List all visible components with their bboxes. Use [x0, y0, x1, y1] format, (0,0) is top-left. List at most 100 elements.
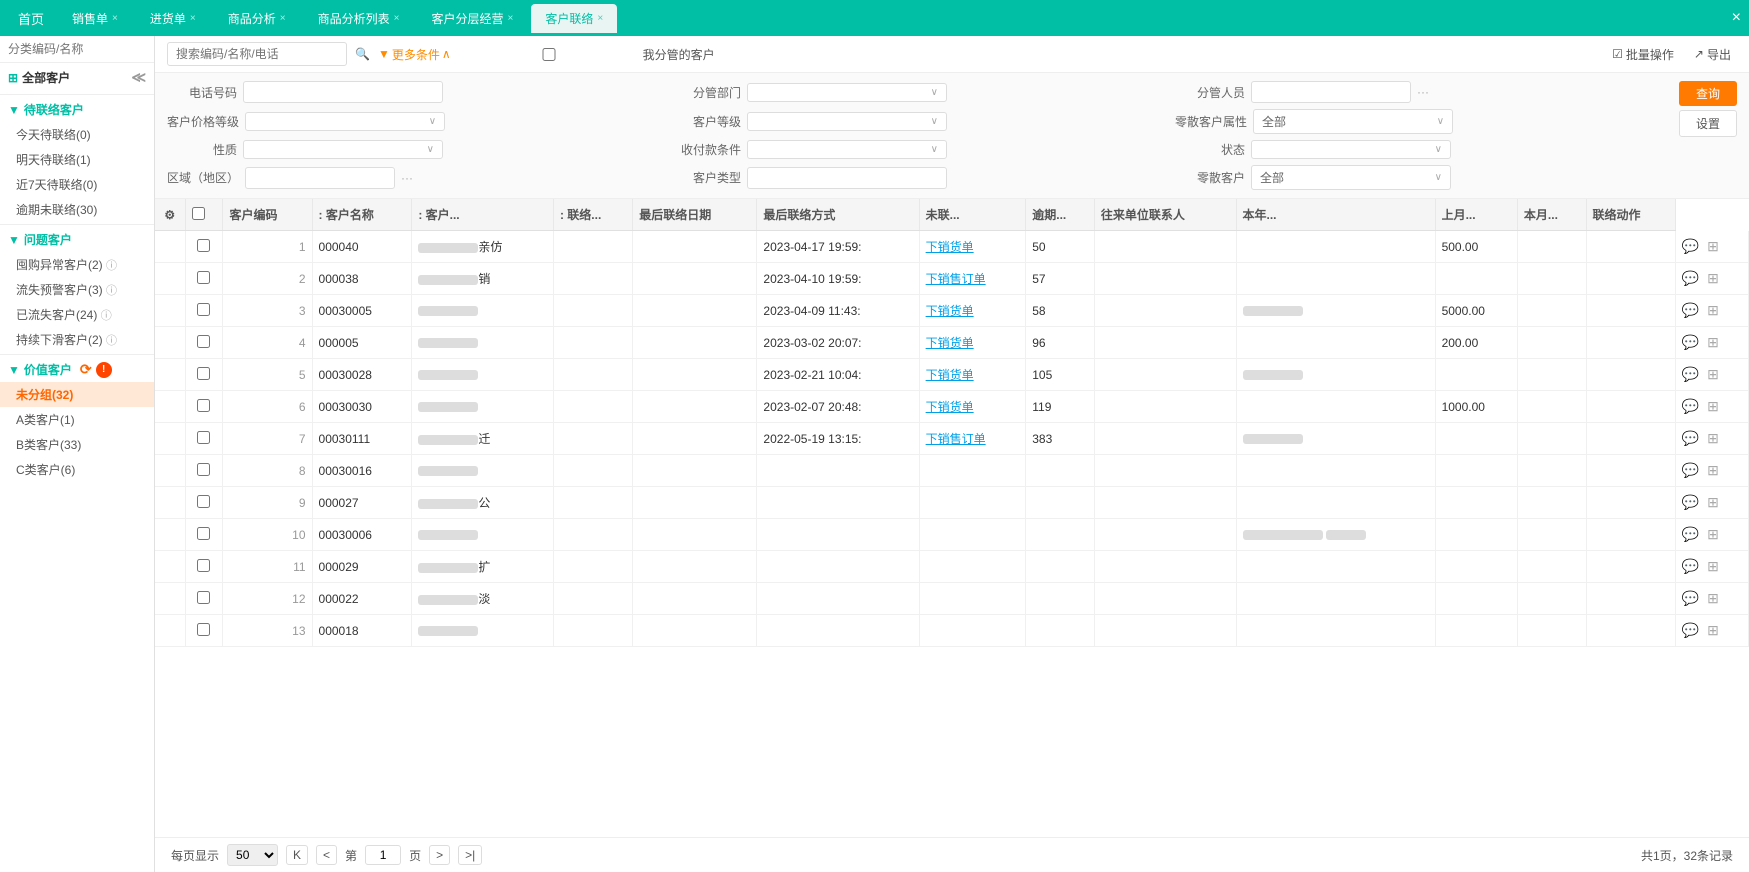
- row-select-checkbox[interactable]: [197, 367, 210, 380]
- grid-action-icon[interactable]: ⊞: [1707, 334, 1719, 351]
- reset-button[interactable]: 设置: [1679, 110, 1737, 137]
- sidebar-collapse-icon[interactable]: ≪: [131, 69, 146, 86]
- more-conditions-button[interactable]: ▼ 更多条件 ∧: [378, 46, 451, 63]
- nature-select[interactable]: ∨: [243, 140, 443, 159]
- row-checkbox[interactable]: [185, 231, 223, 263]
- chat-icon[interactable]: 💬: [1682, 302, 1699, 319]
- sidebar-item-unassigned[interactable]: 未分组(32): [0, 382, 154, 407]
- grid-action-icon[interactable]: ⊞: [1707, 558, 1719, 575]
- grid-action-icon[interactable]: ⊞: [1707, 590, 1719, 607]
- batch-ops-button[interactable]: ☑ 批量操作: [1606, 43, 1680, 66]
- row-checkbox[interactable]: [185, 391, 223, 423]
- nav-tab-analysis-list[interactable]: 商品分析列表 ×: [304, 4, 414, 33]
- nav-tab-purchase[interactable]: 进货单 ×: [136, 4, 210, 33]
- export-button[interactable]: ↗ 导出: [1688, 43, 1737, 66]
- chat-icon[interactable]: 💬: [1682, 270, 1699, 287]
- manager-input[interactable]: [1251, 81, 1411, 103]
- sidebar-item-tomorrow[interactable]: 明天待联络(1): [0, 147, 154, 172]
- grid-action-icon[interactable]: ⊞: [1707, 494, 1719, 511]
- row-checkbox[interactable]: [185, 551, 223, 583]
- close-icon[interactable]: ×: [112, 13, 118, 24]
- chat-icon[interactable]: 💬: [1682, 590, 1699, 607]
- row-select-checkbox[interactable]: [197, 623, 210, 636]
- grid-action-icon[interactable]: ⊞: [1707, 238, 1719, 255]
- row-checkbox[interactable]: [185, 263, 223, 295]
- chat-icon[interactable]: 💬: [1682, 366, 1699, 383]
- sidebar-group-value[interactable]: ▼ 价值客户 ⟳ !: [0, 357, 154, 382]
- retail-attr-select[interactable]: 全部 ∨: [1253, 109, 1453, 134]
- row-checkbox[interactable]: [185, 615, 223, 647]
- contact-method-link[interactable]: 下销货单: [926, 400, 974, 414]
- close-icon[interactable]: ×: [190, 13, 196, 24]
- row-select-checkbox[interactable]: [197, 335, 210, 348]
- price-level-select[interactable]: ∨: [245, 112, 445, 131]
- dots-icon[interactable]: ···: [401, 171, 413, 185]
- sidebar-item-overdue[interactable]: 逾期未联络(30): [0, 197, 154, 222]
- nav-home[interactable]: 首页: [8, 3, 54, 34]
- row-checkbox[interactable]: [185, 487, 223, 519]
- select-all-checkbox[interactable]: [192, 207, 205, 220]
- my-customers-checkbox-input[interactable]: [459, 48, 639, 61]
- page-input[interactable]: [365, 845, 401, 865]
- settings-col-header[interactable]: ⚙: [155, 199, 185, 231]
- chat-icon[interactable]: 💬: [1682, 462, 1699, 479]
- grid-action-icon[interactable]: ⊞: [1707, 398, 1719, 415]
- contact-method-link[interactable]: 下销货单: [926, 304, 974, 318]
- chat-icon[interactable]: 💬: [1682, 526, 1699, 543]
- grid-action-icon[interactable]: ⊞: [1707, 526, 1719, 543]
- close-icon[interactable]: ×: [507, 13, 513, 24]
- row-select-checkbox[interactable]: [197, 495, 210, 508]
- row-checkbox[interactable]: [185, 583, 223, 615]
- close-icon[interactable]: ×: [280, 13, 286, 24]
- checkbox-col-header[interactable]: [185, 199, 223, 231]
- chat-icon[interactable]: 💬: [1682, 430, 1699, 447]
- grid-action-icon[interactable]: ⊞: [1707, 270, 1719, 287]
- dept-select[interactable]: ∨: [747, 83, 947, 102]
- row-select-checkbox[interactable]: [197, 271, 210, 284]
- row-checkbox[interactable]: [185, 327, 223, 359]
- close-icon[interactable]: ×: [394, 13, 400, 24]
- chat-icon[interactable]: 💬: [1682, 494, 1699, 511]
- row-select-checkbox[interactable]: [197, 399, 210, 412]
- grid-action-icon[interactable]: ⊞: [1707, 302, 1719, 319]
- nav-tab-analysis[interactable]: 商品分析 ×: [214, 4, 300, 33]
- close-all-tabs-button[interactable]: ×: [1732, 9, 1741, 27]
- row-select-checkbox[interactable]: [197, 431, 210, 444]
- sidebar-item-abnormal[interactable]: 囤购异常客户(2) ⓘ: [0, 252, 154, 277]
- chat-icon[interactable]: 💬: [1682, 334, 1699, 351]
- chat-icon[interactable]: 💬: [1682, 558, 1699, 575]
- close-icon[interactable]: ×: [597, 13, 603, 24]
- row-checkbox[interactable]: [185, 295, 223, 327]
- row-select-checkbox[interactable]: [197, 591, 210, 604]
- payment-select[interactable]: ∨: [747, 140, 947, 159]
- contact-method-link[interactable]: 下销货单: [926, 240, 974, 254]
- last-page-button[interactable]: >|: [458, 845, 482, 865]
- prev-page-button[interactable]: <: [316, 845, 337, 865]
- contact-method-link[interactable]: 下销货单: [926, 368, 974, 382]
- sidebar-item-declining[interactable]: 持续下滑客户(2) ⓘ: [0, 327, 154, 352]
- sidebar-group-problem[interactable]: ▼ 问题客户: [0, 227, 154, 252]
- chat-icon[interactable]: 💬: [1682, 398, 1699, 415]
- region-input[interactable]: [245, 167, 395, 189]
- dots-icon[interactable]: ···: [1417, 85, 1429, 99]
- chat-icon[interactable]: 💬: [1682, 238, 1699, 255]
- refresh-icon[interactable]: ⟳: [80, 361, 92, 378]
- query-button[interactable]: 查询: [1679, 81, 1737, 106]
- sidebar-item-churn-warning[interactable]: 流失预警客户(3) ⓘ: [0, 277, 154, 302]
- sidebar-item-churned[interactable]: 已流失客户(24) ⓘ: [0, 302, 154, 327]
- sidebar-item-class-b[interactable]: B类客户(33): [0, 432, 154, 457]
- row-checkbox[interactable]: [185, 455, 223, 487]
- search-icon[interactable]: 🔍: [355, 47, 370, 61]
- customer-type-input[interactable]: [747, 167, 947, 189]
- grid-action-icon[interactable]: ⊞: [1707, 462, 1719, 479]
- row-select-checkbox[interactable]: [197, 527, 210, 540]
- sidebar-item-class-c[interactable]: C类客户(6): [0, 457, 154, 482]
- grid-action-icon[interactable]: ⊞: [1707, 622, 1719, 639]
- row-select-checkbox[interactable]: [197, 559, 210, 572]
- contact-method-link[interactable]: 下销售订单: [926, 272, 986, 286]
- first-page-button[interactable]: K: [286, 845, 308, 865]
- my-customers-checkbox[interactable]: 我分管的客户: [459, 46, 715, 63]
- row-select-checkbox[interactable]: [197, 239, 210, 252]
- sidebar-search-input[interactable]: [8, 42, 155, 56]
- sidebar-item-today[interactable]: 今天待联络(0): [0, 122, 154, 147]
